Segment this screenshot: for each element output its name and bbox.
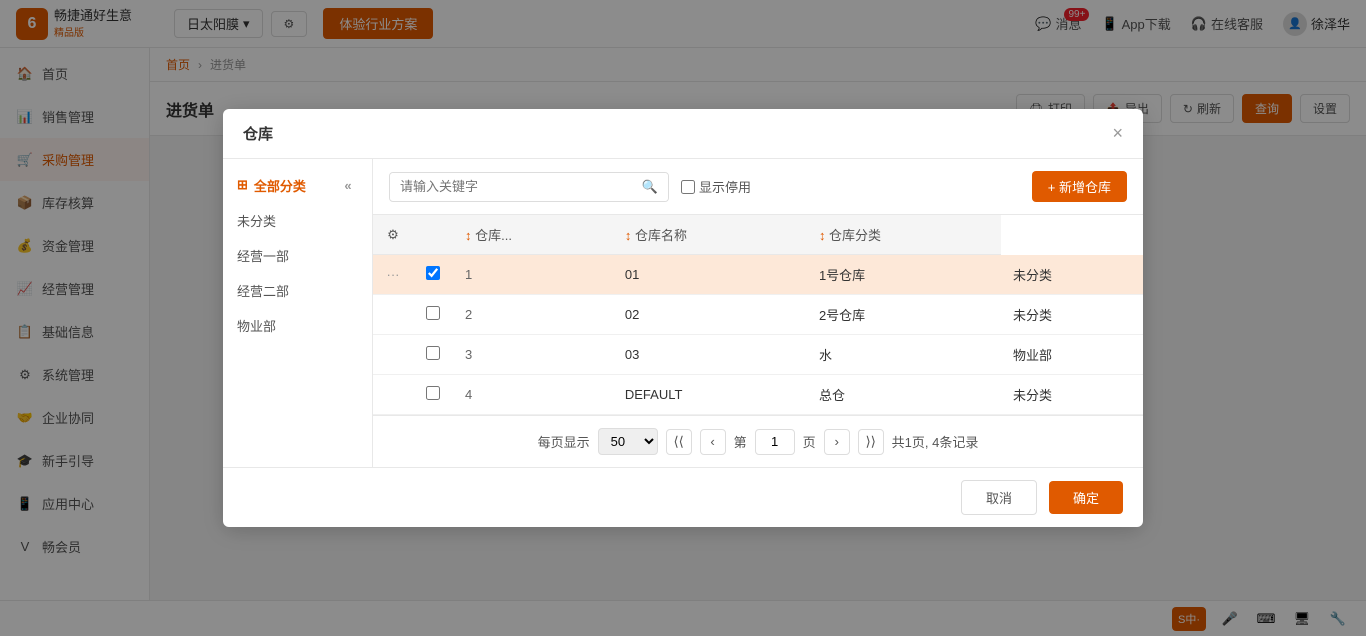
row-name: 总仓 xyxy=(807,375,1001,415)
all-category-label: 全部分类 xyxy=(254,176,306,195)
table-panel: 🔍 显示停用 + 新增仓库 ⚙ xyxy=(373,159,1143,467)
page-unit: 页 xyxy=(803,432,816,451)
row-name: 水 xyxy=(807,335,1001,375)
page-label: 第 xyxy=(734,432,747,451)
category-item[interactable]: 未分类 xyxy=(223,203,372,238)
per-page-label: 每页显示 xyxy=(538,432,590,451)
modal-footer: 取消 确定 xyxy=(223,467,1143,527)
next-page-button[interactable]: › xyxy=(824,429,850,455)
row-category: 物业部 xyxy=(1001,335,1143,375)
table-toolbar: 🔍 显示停用 + 新增仓库 xyxy=(373,159,1143,215)
row-code: 03 xyxy=(613,335,807,375)
page-size-select[interactable]: 102050100 xyxy=(598,428,658,455)
col-header-settings: ⚙ xyxy=(373,215,413,255)
col-header-category: ↕ 仓库分类 xyxy=(807,215,1001,255)
table-row[interactable]: 3 03 水 物业部 xyxy=(373,335,1143,375)
confirm-button[interactable]: 确定 xyxy=(1049,481,1123,514)
category-item[interactable]: 经营一部 xyxy=(223,238,372,273)
category-item[interactable]: 经营二部 xyxy=(223,273,372,308)
modal-header: 仓库 × xyxy=(223,109,1143,159)
category-item[interactable]: 物业部 xyxy=(223,308,372,343)
row-checkbox[interactable] xyxy=(426,266,440,280)
new-warehouse-button[interactable]: + 新增仓库 xyxy=(1032,171,1127,202)
table-row[interactable]: ··· 1 01 1号仓库 未分类 xyxy=(373,255,1143,295)
row-checkbox-cell[interactable] xyxy=(413,375,453,415)
col-header-name: ↕ 仓库名称 xyxy=(613,215,807,255)
row-checkbox[interactable] xyxy=(426,306,440,320)
warehouse-modal: 仓库 × ⊞ 全部分类 « 未分类经营一部经营二部物业部 🔍 xyxy=(223,109,1143,527)
col-header-code: ↕ 仓库... xyxy=(453,215,613,255)
warehouse-table: ⚙ ↕ 仓库... ↕ 仓库名称 ↕ 仓库分类 xyxy=(373,215,1143,415)
show-disabled-label: 显示停用 xyxy=(699,177,751,196)
row-name: 2号仓库 xyxy=(807,295,1001,335)
category-panel: ⊞ 全部分类 « 未分类经营一部经营二部物业部 xyxy=(223,159,373,467)
first-page-button[interactable]: ⟨⟨ xyxy=(666,429,692,455)
modal-overlay: 仓库 × ⊞ 全部分类 « 未分类经营一部经营二部物业部 🔍 xyxy=(0,0,1366,636)
all-category-item[interactable]: ⊞ 全部分类 « xyxy=(223,167,372,203)
show-disabled-input[interactable] xyxy=(681,180,695,194)
total-info: 共1页, 4条记录 xyxy=(892,432,979,451)
table-body: ··· 1 01 1号仓库 未分类 2 02 2号仓库 未分类 xyxy=(373,255,1143,415)
row-settings[interactable]: ··· xyxy=(373,255,413,295)
category-list: 未分类经营一部经营二部物业部 xyxy=(223,203,372,343)
search-box: 🔍 xyxy=(389,172,669,202)
table-header-row: ⚙ ↕ 仓库... ↕ 仓库名称 ↕ 仓库分类 xyxy=(373,215,1143,255)
table-wrapper: ⚙ ↕ 仓库... ↕ 仓库名称 ↕ 仓库分类 xyxy=(373,215,1143,415)
row-category: 未分类 xyxy=(1001,295,1143,335)
row-num: 1 xyxy=(453,255,613,295)
row-category: 未分类 xyxy=(1001,255,1143,295)
grid-icon: ⊞ xyxy=(237,177,248,193)
last-page-button[interactable]: ⟩⟩ xyxy=(858,429,884,455)
row-num: 4 xyxy=(453,375,613,415)
row-code: 02 xyxy=(613,295,807,335)
col-header-check xyxy=(413,215,453,255)
row-checkbox-cell[interactable] xyxy=(413,295,453,335)
row-num: 2 xyxy=(453,295,613,335)
row-checkbox[interactable] xyxy=(426,346,440,360)
page-number-input[interactable] xyxy=(755,429,795,455)
modal-title: 仓库 xyxy=(243,123,273,144)
pagination: 每页显示 102050100 ⟨⟨ ‹ 第 页 › ⟩⟩ 共1页, 4条记录 xyxy=(373,415,1143,467)
row-code: 01 xyxy=(613,255,807,295)
table-row[interactable]: 4 DEFAULT 总仓 未分类 xyxy=(373,375,1143,415)
row-settings[interactable] xyxy=(373,335,413,375)
row-category: 未分类 xyxy=(1001,375,1143,415)
row-checkbox[interactable] xyxy=(426,386,440,400)
show-disabled-checkbox[interactable]: 显示停用 xyxy=(681,177,751,196)
search-input[interactable] xyxy=(390,173,632,200)
row-checkbox-cell[interactable] xyxy=(413,335,453,375)
modal-body: ⊞ 全部分类 « 未分类经营一部经营二部物业部 🔍 显示停用 xyxy=(223,159,1143,467)
row-num: 3 xyxy=(453,335,613,375)
search-icon[interactable]: 🔍 xyxy=(632,173,668,201)
row-settings[interactable] xyxy=(373,375,413,415)
modal-close-button[interactable]: × xyxy=(1112,123,1123,144)
collapse-button[interactable]: « xyxy=(338,175,358,195)
prev-page-button[interactable]: ‹ xyxy=(700,429,726,455)
row-settings[interactable] xyxy=(373,295,413,335)
cancel-button[interactable]: 取消 xyxy=(961,480,1037,515)
table-row[interactable]: 2 02 2号仓库 未分类 xyxy=(373,295,1143,335)
row-name: 1号仓库 xyxy=(807,255,1001,295)
row-checkbox-cell[interactable] xyxy=(413,255,453,295)
row-code: DEFAULT xyxy=(613,375,807,415)
